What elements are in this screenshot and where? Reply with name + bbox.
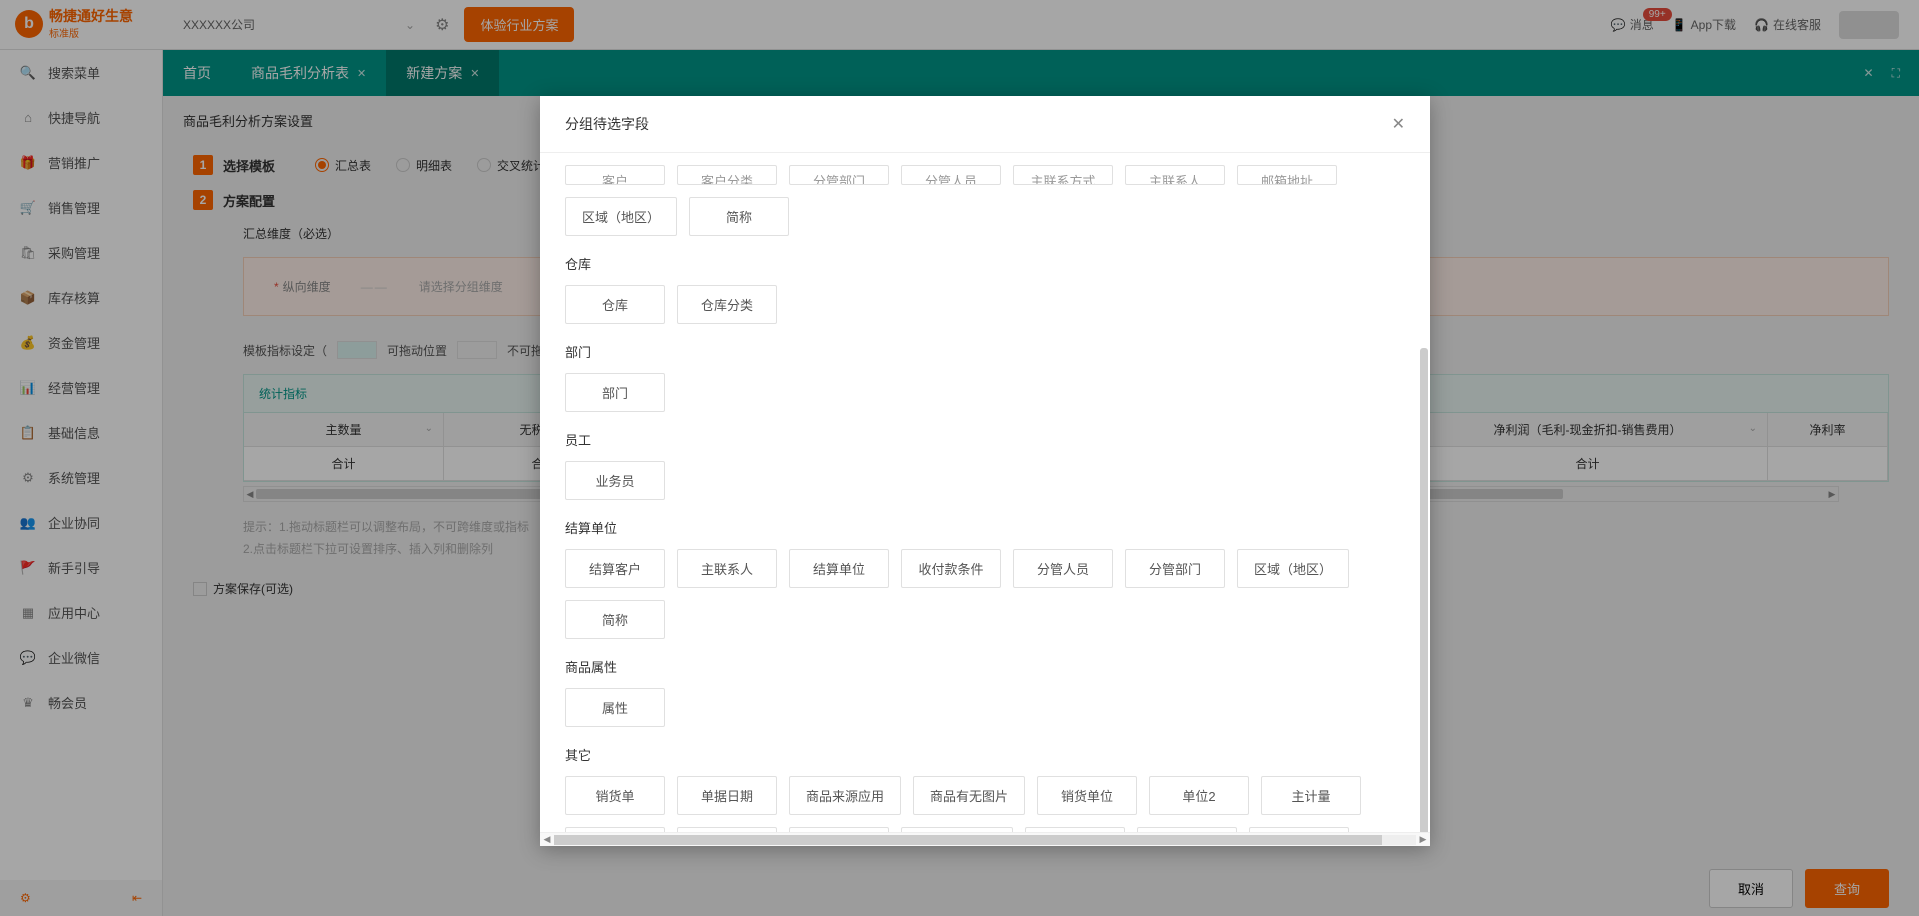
group-other: 其它 销货单 单据日期 商品来源应用 商品有无图片 销货单位 单位2 主计量 制… <box>565 745 1405 832</box>
field-chip[interactable]: 邮箱地址 <box>1237 165 1337 185</box>
field-chip[interactable]: 商品来源应用 <box>789 776 901 815</box>
field-chip[interactable]: 主联系人 <box>1125 165 1225 185</box>
group-title: 部门 <box>565 342 1405 361</box>
scroll-thumb[interactable] <box>554 835 1382 845</box>
field-chip[interactable]: 简称 <box>565 600 665 639</box>
field-chip[interactable]: 销货单 <box>565 776 665 815</box>
field-chip[interactable]: 商品有无图片 <box>913 776 1025 815</box>
group-title: 员工 <box>565 430 1405 449</box>
field-chip[interactable]: 分管人员 <box>1013 549 1113 588</box>
field-chip[interactable]: 销货单位 <box>1037 776 1137 815</box>
field-chip[interactable]: 结算单位 <box>789 549 889 588</box>
modal-body: 客户 客户分类 分管部门 分管人员 主联系方式 主联系人 邮箱地址 区域（地区）… <box>540 153 1430 832</box>
field-chip[interactable]: 结算客户 <box>565 549 665 588</box>
field-chip[interactable]: 客户 <box>565 165 665 185</box>
field-chip[interactable]: 属性 <box>565 688 665 727</box>
field-chip[interactable]: 单据日期 <box>677 776 777 815</box>
field-chip[interactable]: 主联系方式 <box>1013 165 1113 185</box>
field-chip[interactable]: 区域（地区） <box>565 197 677 236</box>
field-modal: 分组待选字段 ✕ 客户 客户分类 分管部门 分管人员 主联系方式 主联系人 邮箱… <box>540 96 1430 846</box>
close-icon[interactable]: ✕ <box>1392 114 1405 134</box>
field-chip[interactable]: 业务员 <box>565 461 665 500</box>
field-chip[interactable]: 客户分类 <box>677 165 777 185</box>
group-title: 仓库 <box>565 254 1405 273</box>
group-dept: 部门 部门 <box>565 342 1405 412</box>
field-chip[interactable]: 主联系人 <box>677 549 777 588</box>
field-chip[interactable]: 区域（地区） <box>1237 549 1349 588</box>
field-chip[interactable]: 分管人员 <box>901 165 1001 185</box>
group-settle: 结算单位 结算客户 主联系人 结算单位 收付款条件 分管人员 分管部门 区域（地… <box>565 518 1405 639</box>
field-chip[interactable]: 收付款条件 <box>901 549 1001 588</box>
field-chip[interactable]: 简称 <box>689 197 789 236</box>
scroll-thumb[interactable] <box>1420 348 1428 832</box>
field-chip[interactable]: 部门 <box>565 373 665 412</box>
scroll-left-icon[interactable]: ◀ <box>540 834 554 845</box>
field-chip[interactable]: 分管部门 <box>1125 549 1225 588</box>
modal-title: 分组待选字段 <box>565 114 649 134</box>
field-chip[interactable]: 仓库 <box>565 285 665 324</box>
group-cut: 客户 客户分类 分管部门 分管人员 主联系方式 主联系人 邮箱地址 区域（地区）… <box>565 165 1405 236</box>
group-title: 结算单位 <box>565 518 1405 537</box>
field-chip[interactable]: 仓库分类 <box>677 285 777 324</box>
scroll-right-icon[interactable]: ▶ <box>1416 834 1430 845</box>
group-warehouse: 仓库 仓库 仓库分类 <box>565 254 1405 324</box>
group-title: 其它 <box>565 745 1405 764</box>
modal-h-scrollbar[interactable]: ◀ ▶ <box>540 832 1430 846</box>
group-emp: 员工 业务员 <box>565 430 1405 500</box>
field-chip[interactable]: 分管部门 <box>789 165 889 185</box>
v-scrollbar[interactable] <box>1420 153 1428 832</box>
group-attr: 商品属性 属性 <box>565 657 1405 727</box>
field-chip[interactable]: 单位2 <box>1149 776 1249 815</box>
modal-header: 分组待选字段 ✕ <box>540 96 1430 153</box>
group-title: 商品属性 <box>565 657 1405 676</box>
field-chip[interactable]: 主计量 <box>1261 776 1361 815</box>
